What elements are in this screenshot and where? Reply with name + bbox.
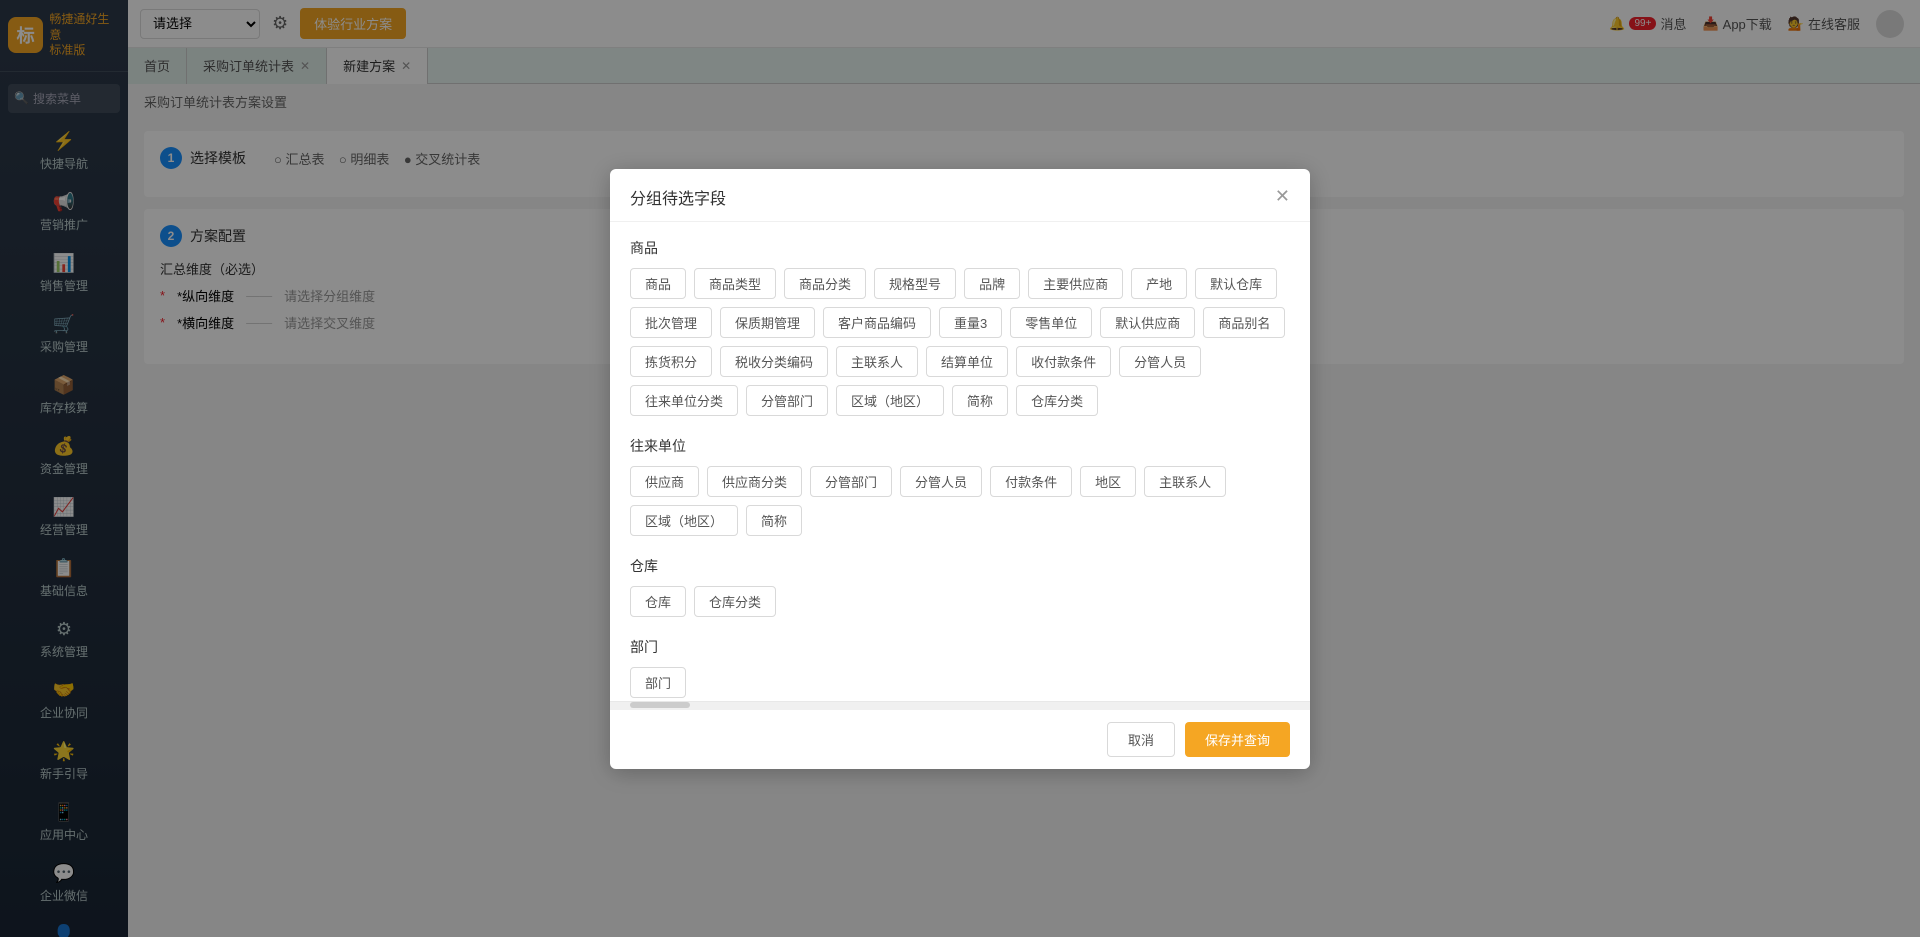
field-chip-pick-score[interactable]: 拣货积分 xyxy=(630,346,712,377)
field-chip-wh-category[interactable]: 仓库分类 xyxy=(694,586,776,617)
department-section: 部门 部门 xyxy=(630,637,1290,698)
cancel-button[interactable]: 取消 xyxy=(1107,722,1175,757)
field-select-modal: 分组待选字段 ✕ 商品 商品 商品类型 商品分类 规格型号 品牌 主要供应商 产… xyxy=(610,169,1310,769)
field-chip-weight3[interactable]: 重量3 xyxy=(939,307,1002,338)
dept-field-grid: 部门 xyxy=(630,667,1290,698)
field-chip-warehouse[interactable]: 仓库 xyxy=(630,586,686,617)
field-chip-main-supplier[interactable]: 主要供应商 xyxy=(1028,268,1123,299)
field-chip-product-category[interactable]: 商品分类 xyxy=(784,268,866,299)
field-chip-default-supplier[interactable]: 默认供应商 xyxy=(1100,307,1195,338)
field-chip-warehouse-category[interactable]: 仓库分类 xyxy=(1016,385,1098,416)
modal-footer: 取消 保存并查询 xyxy=(610,709,1310,769)
field-chip-spec-type[interactable]: 规格型号 xyxy=(874,268,956,299)
field-chip-product[interactable]: 商品 xyxy=(630,268,686,299)
field-chip-origin[interactable]: 产地 xyxy=(1131,268,1187,299)
field-chip-branch-staff[interactable]: 分管人员 xyxy=(900,466,982,497)
field-chip-unit-category[interactable]: 往来单位分类 xyxy=(630,385,738,416)
field-chip-region2[interactable]: 区域（地区） xyxy=(630,505,738,536)
field-chip-supplier-category[interactable]: 供应商分类 xyxy=(707,466,802,497)
field-chip-branch-dept[interactable]: 分管部门 xyxy=(810,466,892,497)
field-chip-settle-unit[interactable]: 结算单位 xyxy=(926,346,1008,377)
warehouse-field-grid: 仓库 仓库分类 xyxy=(630,586,1290,617)
field-chip-area[interactable]: 地区 xyxy=(1080,466,1136,497)
warehouse-section-title: 仓库 xyxy=(630,556,1290,576)
field-chip-main-contact2[interactable]: 主联系人 xyxy=(1144,466,1226,497)
modal-header: 分组待选字段 ✕ xyxy=(610,169,1310,222)
partner-section: 往来单位 供应商 供应商分类 分管部门 分管人员 付款条件 地区 主联系人 区域… xyxy=(630,436,1290,536)
partner-field-grid: 供应商 供应商分类 分管部门 分管人员 付款条件 地区 主联系人 区域（地区） … xyxy=(630,466,1290,536)
product-field-grid: 商品 商品类型 商品分类 规格型号 品牌 主要供应商 产地 默认仓库 批次管理 … xyxy=(630,268,1290,416)
field-chip-supplier[interactable]: 供应商 xyxy=(630,466,699,497)
confirm-button[interactable]: 保存并查询 xyxy=(1185,722,1290,757)
field-chip-manager[interactable]: 分管人员 xyxy=(1119,346,1201,377)
dept-section-title: 部门 xyxy=(630,637,1290,657)
field-chip-brand[interactable]: 品牌 xyxy=(964,268,1020,299)
partner-section-title: 往来单位 xyxy=(630,436,1290,456)
modal-body: 商品 商品 商品类型 商品分类 规格型号 品牌 主要供应商 产地 默认仓库 批次… xyxy=(610,222,1310,701)
field-chip-payment-terms[interactable]: 收付款条件 xyxy=(1016,346,1111,377)
field-chip-tax-code[interactable]: 税收分类编码 xyxy=(720,346,828,377)
product-section-title: 商品 xyxy=(630,238,1290,258)
warehouse-section: 仓库 仓库 仓库分类 xyxy=(630,556,1290,617)
field-chip-alias[interactable]: 商品别名 xyxy=(1203,307,1285,338)
field-chip-batch-mgmt[interactable]: 批次管理 xyxy=(630,307,712,338)
modal-horizontal-scrollbar[interactable] xyxy=(610,701,1310,709)
field-chip-customer-code[interactable]: 客户商品编码 xyxy=(823,307,931,338)
field-chip-main-contact[interactable]: 主联系人 xyxy=(836,346,918,377)
field-chip-dept[interactable]: 分管部门 xyxy=(746,385,828,416)
field-chip-retail-unit[interactable]: 零售单位 xyxy=(1010,307,1092,338)
field-chip-short-name[interactable]: 简称 xyxy=(952,385,1008,416)
product-section: 商品 商品 商品类型 商品分类 规格型号 品牌 主要供应商 产地 默认仓库 批次… xyxy=(630,238,1290,416)
field-chip-default-warehouse[interactable]: 默认仓库 xyxy=(1195,268,1277,299)
field-chip-short-name2[interactable]: 简称 xyxy=(746,505,802,536)
modal-close-button[interactable]: ✕ xyxy=(1275,186,1290,207)
field-chip-quality-mgmt[interactable]: 保质期管理 xyxy=(720,307,815,338)
field-chip-pay-terms[interactable]: 付款条件 xyxy=(990,466,1072,497)
field-chip-region[interactable]: 区域（地区） xyxy=(836,385,944,416)
field-chip-dept2[interactable]: 部门 xyxy=(630,667,686,698)
modal-title: 分组待选字段 xyxy=(630,185,726,209)
modal-hscroll-thumb[interactable] xyxy=(630,702,690,708)
field-chip-product-type[interactable]: 商品类型 xyxy=(694,268,776,299)
